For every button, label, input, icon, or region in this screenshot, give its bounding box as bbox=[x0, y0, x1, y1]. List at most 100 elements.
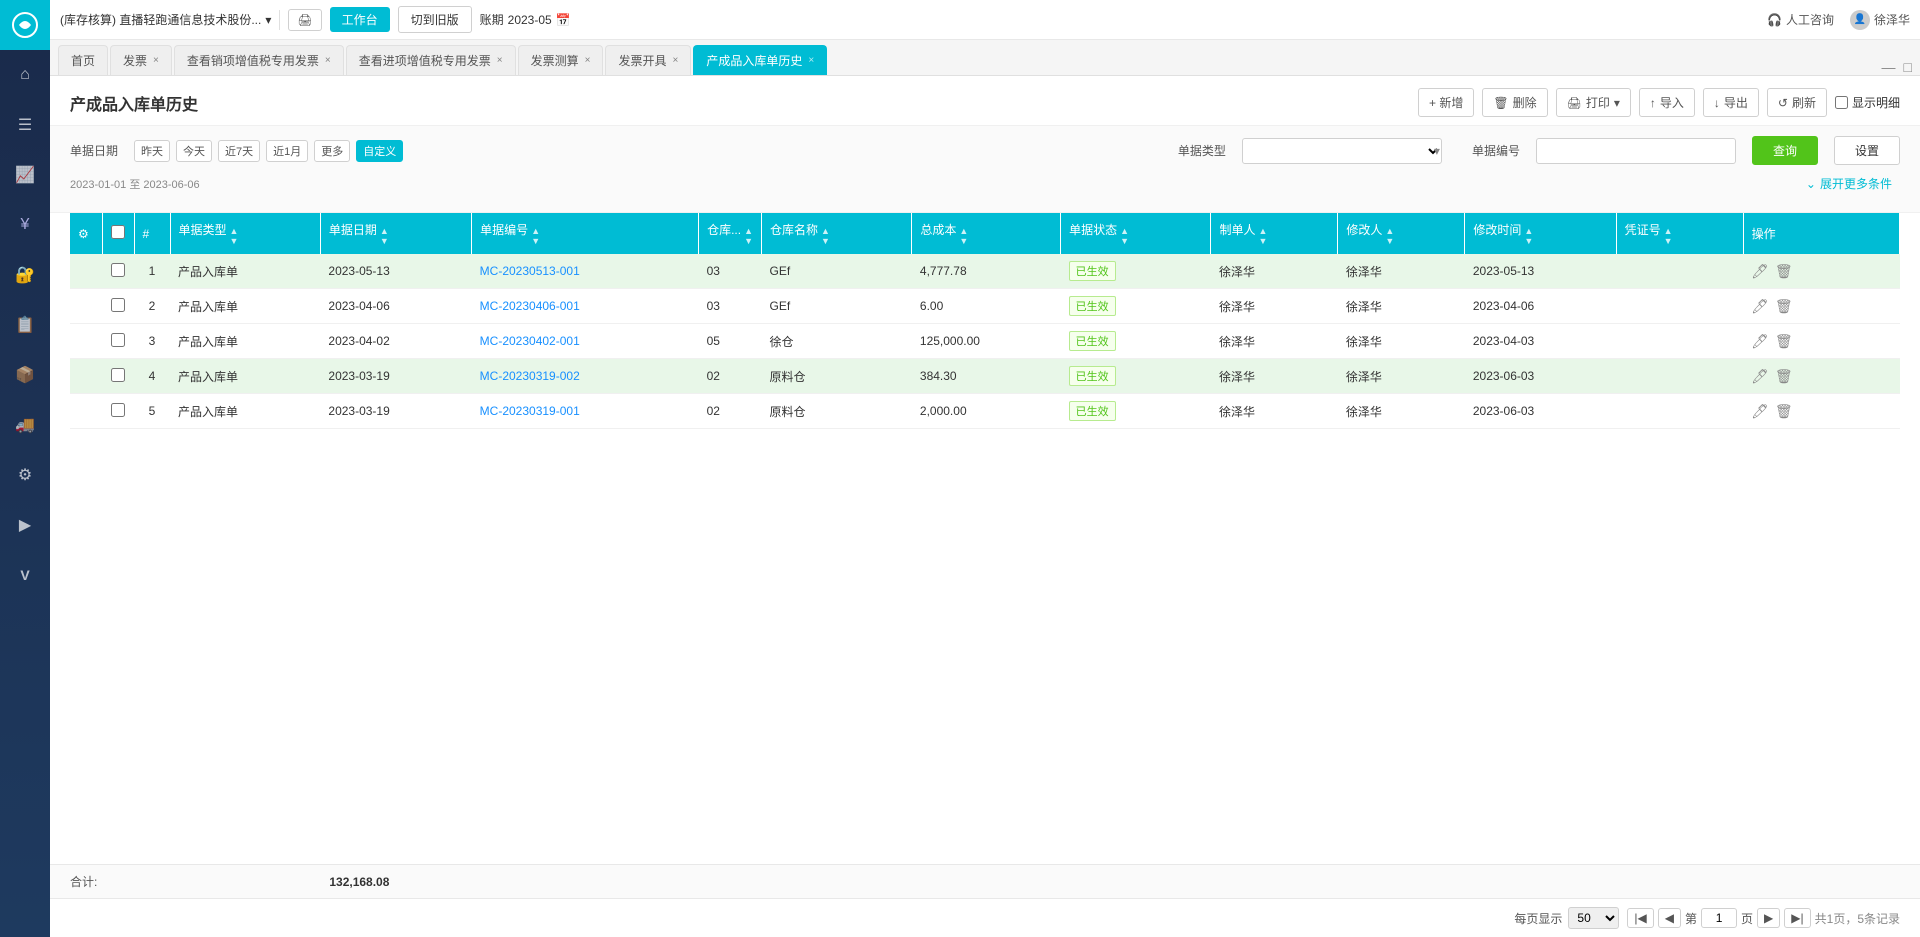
close-icon[interactable]: × bbox=[808, 55, 814, 66]
sidebar-item-home[interactable]: ⌂ bbox=[0, 50, 50, 100]
sidebar-item-money[interactable]: ¥ bbox=[0, 200, 50, 250]
setting-button[interactable]: 设置 bbox=[1834, 136, 1900, 165]
doc-num-link[interactable]: MC-20230319-001 bbox=[480, 404, 580, 418]
col-warehouse-name[interactable]: 仓库名称▲▼ bbox=[762, 213, 912, 254]
doc-num-link[interactable]: MC-20230319-002 bbox=[480, 369, 580, 383]
doc-num-link[interactable]: MC-20230406-001 bbox=[480, 299, 580, 313]
row-doc-num[interactable]: MC-20230402-001 bbox=[472, 324, 699, 359]
date-1month-btn[interactable]: 近1月 bbox=[266, 140, 308, 162]
doc-type-select[interactable] bbox=[1242, 138, 1442, 164]
switch-button[interactable]: 切到旧版 bbox=[398, 6, 472, 33]
row-doc-num[interactable]: MC-20230406-001 bbox=[472, 289, 699, 324]
col-doc-date[interactable]: 单据日期▲▼ bbox=[320, 213, 471, 254]
date-yesterday-btn[interactable]: 昨天 bbox=[134, 140, 170, 162]
delete-row-icon[interactable]: 🗑 bbox=[1775, 333, 1793, 350]
sidebar-item-chart[interactable]: 📈 bbox=[0, 150, 50, 200]
import-button[interactable]: ↑ 导入 bbox=[1639, 88, 1695, 117]
close-icon[interactable]: × bbox=[153, 55, 159, 66]
col-creator[interactable]: 制单人▲▼ bbox=[1211, 213, 1338, 254]
period-selector[interactable]: 账期 2023-05 📅 bbox=[480, 11, 571, 28]
last-page-btn[interactable]: ▶| bbox=[1784, 908, 1810, 928]
close-icon[interactable]: × bbox=[497, 55, 503, 66]
tab-invoice[interactable]: 发票 × bbox=[110, 45, 172, 75]
row-checkbox[interactable] bbox=[111, 263, 125, 277]
col-doc-num[interactable]: 单据编号▲▼ bbox=[472, 213, 699, 254]
row-checkbox[interactable] bbox=[111, 298, 125, 312]
first-page-btn[interactable]: |◀ bbox=[1627, 908, 1653, 928]
export-button[interactable]: ↓ 导出 bbox=[1703, 88, 1759, 117]
workbench-button[interactable]: 工作台 bbox=[330, 7, 390, 32]
col-settings[interactable]: ⚙ bbox=[70, 213, 102, 254]
delete-row-icon[interactable]: 🗑 bbox=[1775, 368, 1793, 385]
ai-consult-btn[interactable]: 🎧 人工咨询 bbox=[1767, 11, 1834, 28]
sidebar-item-truck[interactable]: 🚚 bbox=[0, 400, 50, 450]
refresh-button[interactable]: ↺ 刷新 bbox=[1767, 88, 1827, 117]
date-7days-btn[interactable]: 近7天 bbox=[218, 140, 260, 162]
doc-num-link[interactable]: MC-20230513-001 bbox=[480, 264, 580, 278]
edit-icon[interactable]: 🖊 bbox=[1751, 263, 1769, 280]
row-doc-num[interactable]: MC-20230319-001 bbox=[472, 394, 699, 429]
row-checkbox-cell[interactable] bbox=[102, 324, 134, 359]
expand-conditions-btn[interactable]: ⌄ 展开更多条件 bbox=[1798, 171, 1900, 196]
row-checkbox[interactable] bbox=[111, 368, 125, 382]
minimize-tab-icon[interactable]: — bbox=[1882, 59, 1896, 75]
col-warehouse-code[interactable]: 仓库...▲▼ bbox=[699, 213, 762, 254]
next-page-btn[interactable]: ▶ bbox=[1757, 908, 1780, 928]
edit-icon[interactable]: 🖊 bbox=[1751, 403, 1769, 420]
row-checkbox-cell[interactable] bbox=[102, 289, 134, 324]
sidebar-item-play[interactable]: ▶ bbox=[0, 500, 50, 550]
tab-invoice-calc[interactable]: 发票测算 × bbox=[518, 45, 604, 75]
user-menu[interactable]: 👤 徐泽华 bbox=[1850, 10, 1910, 30]
print-icon-btn[interactable]: 🖨 bbox=[288, 9, 321, 31]
date-more-btn[interactable]: 更多 bbox=[314, 140, 350, 162]
row-checkbox[interactable] bbox=[111, 403, 125, 417]
print-button[interactable]: 🖨 打印 ▾ bbox=[1556, 88, 1631, 117]
show-detail-checkbox[interactable] bbox=[1835, 96, 1848, 109]
row-checkbox-cell[interactable] bbox=[102, 394, 134, 429]
tab-home[interactable]: 首页 bbox=[58, 45, 108, 75]
tab-input-vat[interactable]: 查看进项增值税专用发票 × bbox=[346, 45, 516, 75]
show-detail-checkbox-container[interactable]: 显示明细 bbox=[1835, 94, 1900, 111]
tab-product-in[interactable]: 产成品入库单历史 × bbox=[693, 45, 827, 75]
col-voucher-num[interactable]: 凭证号▲▼ bbox=[1616, 213, 1743, 254]
prev-page-btn[interactable]: ◀ bbox=[1658, 908, 1681, 928]
company-selector[interactable]: (库存核算) 直播轻跑通信息技术股份... ▾ bbox=[60, 11, 271, 28]
row-doc-num[interactable]: MC-20230319-002 bbox=[472, 359, 699, 394]
close-icon[interactable]: × bbox=[672, 55, 678, 66]
col-modifier[interactable]: 修改人▲▼ bbox=[1338, 213, 1465, 254]
date-today-btn[interactable]: 今天 bbox=[176, 140, 212, 162]
sidebar-item-settings2[interactable]: ⚙ bbox=[0, 450, 50, 500]
sidebar-item-list[interactable]: 📋 bbox=[0, 300, 50, 350]
delete-row-icon[interactable]: 🗑 bbox=[1775, 263, 1793, 280]
per-page-select[interactable]: 20 50 100 bbox=[1568, 907, 1619, 929]
new-button[interactable]: + 新增 bbox=[1418, 88, 1474, 117]
sidebar-item-v[interactable]: V bbox=[0, 550, 50, 600]
maximize-tab-icon[interactable]: □ bbox=[1904, 59, 1912, 75]
row-checkbox[interactable] bbox=[111, 333, 125, 347]
tab-sales-vat[interactable]: 查看销项增值税专用发票 × bbox=[174, 45, 344, 75]
edit-icon[interactable]: 🖊 bbox=[1751, 333, 1769, 350]
col-modify-time[interactable]: 修改时间▲▼ bbox=[1465, 213, 1616, 254]
delete-button[interactable]: 🗑 删除 bbox=[1482, 88, 1547, 117]
close-icon[interactable]: × bbox=[585, 55, 591, 66]
select-all-checkbox[interactable] bbox=[111, 225, 125, 239]
doc-num-input[interactable] bbox=[1536, 138, 1736, 164]
delete-row-icon[interactable]: 🗑 bbox=[1775, 403, 1793, 420]
tab-invoice-open[interactable]: 发票开具 × bbox=[605, 45, 691, 75]
page-number-input[interactable] bbox=[1701, 908, 1737, 928]
row-doc-num[interactable]: MC-20230513-001 bbox=[472, 254, 699, 289]
edit-icon[interactable]: 🖊 bbox=[1751, 298, 1769, 315]
query-button[interactable]: 查询 bbox=[1752, 136, 1818, 165]
doc-num-link[interactable]: MC-20230402-001 bbox=[480, 334, 580, 348]
col-doc-type[interactable]: 单据类型▲▼ bbox=[170, 213, 320, 254]
sidebar-item-box[interactable]: 📦 bbox=[0, 350, 50, 400]
close-icon[interactable]: × bbox=[325, 55, 331, 66]
sidebar-item-document[interactable]: ☰ bbox=[0, 100, 50, 150]
row-checkbox-cell[interactable] bbox=[102, 254, 134, 289]
edit-icon[interactable]: 🖊 bbox=[1751, 368, 1769, 385]
sidebar-item-lock[interactable]: 🔐 bbox=[0, 250, 50, 300]
date-custom-btn[interactable]: 自定义 bbox=[356, 140, 403, 162]
row-checkbox-cell[interactable] bbox=[102, 359, 134, 394]
col-doc-status[interactable]: 单据状态▲▼ bbox=[1061, 213, 1211, 254]
delete-row-icon[interactable]: 🗑 bbox=[1775, 298, 1793, 315]
